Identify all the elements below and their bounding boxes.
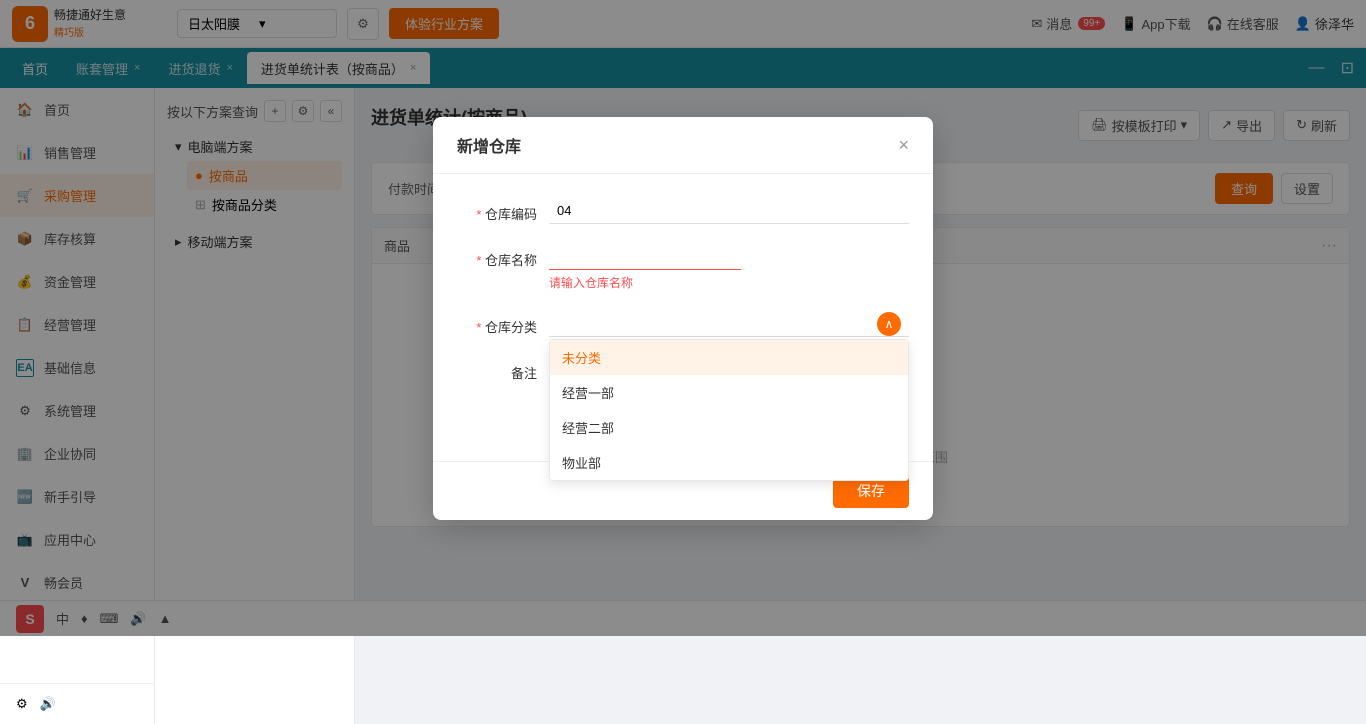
dialog-body: 仓库编码 仓库名称 请输入仓库名称 (433, 174, 933, 461)
dropdown-option-1[interactable]: 经营一部 (550, 375, 908, 410)
name-control-wrap (549, 244, 741, 270)
sidebar-footer: ⚙ 🔊 (0, 683, 154, 724)
new-warehouse-dialog: 新增仓库 × 仓库编码 仓库名称 (433, 117, 933, 520)
name-input[interactable] (549, 244, 741, 270)
code-label: 仓库编码 (457, 198, 537, 223)
dialog-close-button[interactable]: × (898, 136, 909, 154)
name-error-message: 请输入仓库名称 (549, 276, 633, 290)
dropdown-option-2[interactable]: 经营二部 (550, 410, 908, 445)
dropdown-option-0[interactable]: 未分类 (550, 340, 908, 375)
speaker-footer-icon[interactable]: 🔊 (40, 696, 56, 712)
category-label: 仓库分类 (457, 311, 537, 336)
form-row-code: 仓库编码 (457, 198, 909, 224)
code-input[interactable] (549, 198, 909, 224)
settings-footer-icon[interactable]: ⚙ (16, 696, 28, 712)
name-input-row: 仓库名称 (457, 244, 741, 270)
category-dropdown-arrow[interactable]: ∧ (877, 312, 901, 336)
category-input[interactable] (549, 311, 909, 337)
form-row-category: 仓库分类 ∧ 未分类 经营一部 经营二部 物业部 (457, 311, 909, 337)
modal-overlay[interactable]: 新增仓库 × 仓库编码 仓库名称 (0, 0, 1366, 636)
dialog-header: 新增仓库 × (433, 117, 933, 174)
note-label: 备注 (457, 357, 537, 382)
form-row-name: 仓库名称 请输入仓库名称 (457, 244, 909, 291)
dialog-title: 新增仓库 (457, 133, 521, 157)
name-label: 仓库名称 (457, 244, 537, 269)
name-error-area: 请输入仓库名称 (549, 274, 633, 291)
category-dropdown-list: 未分类 经营一部 经营二部 物业部 (549, 339, 909, 481)
category-select-wrap: ∧ 未分类 经营一部 经营二部 物业部 (549, 311, 909, 337)
dropdown-option-3[interactable]: 物业部 (550, 445, 908, 480)
